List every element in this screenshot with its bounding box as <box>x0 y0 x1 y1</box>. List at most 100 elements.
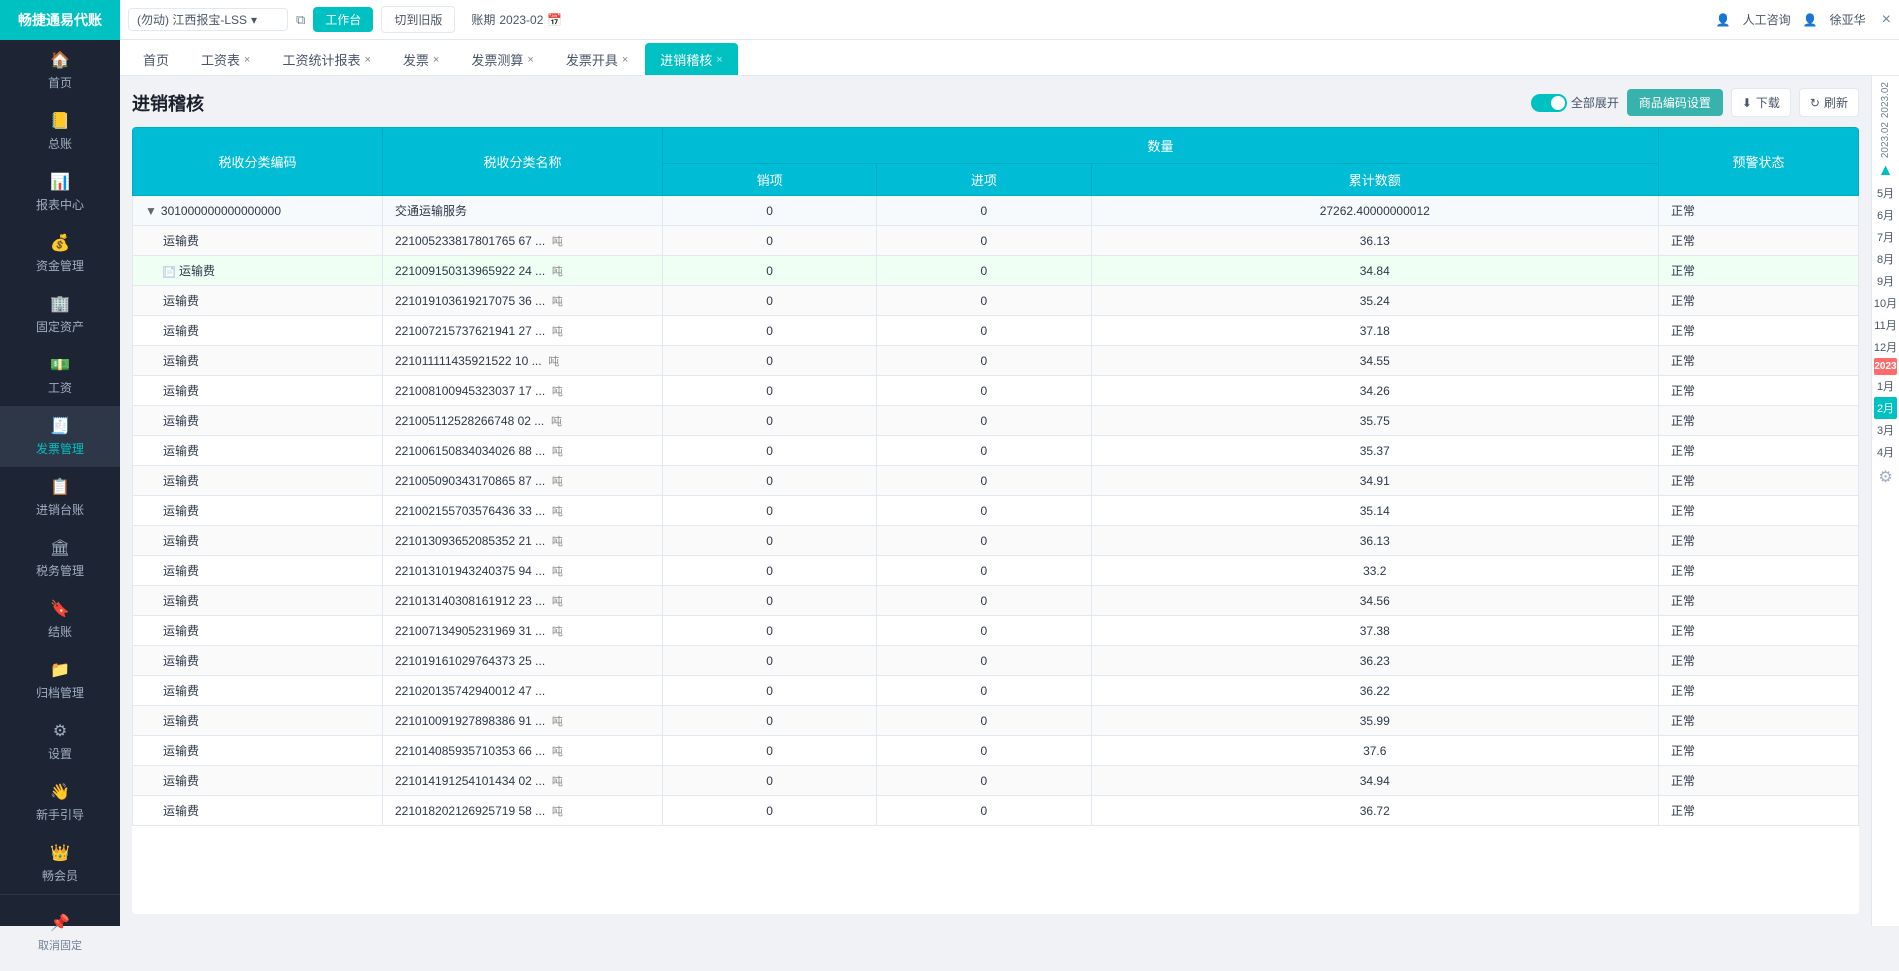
sidebar-item-invoice-mgmt[interactable]: 🧾发票管理 <box>0 406 120 467</box>
row-name-2: 运输费 <box>133 286 383 316</box>
row-purchase-2: 0 <box>877 286 1091 316</box>
month-item-1月[interactable]: 1月 <box>1874 375 1897 397</box>
tab-invoice-verify[interactable]: 进销稽核× <box>645 43 737 75</box>
row-status-10: 正常 <box>1659 526 1859 556</box>
company-name: (勿动) 江西报宝-LSS <box>137 11 247 28</box>
row-purchase-11: 0 <box>877 556 1091 586</box>
refresh-button[interactable]: ↻ 刷新 <box>1799 88 1859 117</box>
row-name-11: 运输费 <box>133 556 383 586</box>
sidebar-item-capital[interactable]: 💰资金管理 <box>0 223 120 284</box>
user-name[interactable]: 徐亚华 <box>1830 11 1866 28</box>
sidebar-item-tax[interactable]: 🏛税务管理 <box>0 528 120 589</box>
row-purchase-8: 0 <box>877 466 1091 496</box>
month-item-6月[interactable]: 6月 <box>1874 204 1897 226</box>
row-sales-0: 0 <box>663 226 877 256</box>
sidebar-label-home: 首页 <box>48 74 72 91</box>
sidebar-item-salary[interactable]: 💵工资 <box>0 345 120 406</box>
table-row: 运输费 221014085935710353 66 ... 吨 0 0 37.6… <box>133 736 1859 766</box>
user-service[interactable]: 人工咨询 <box>1743 11 1791 28</box>
month-item-4月[interactable]: 4月 <box>1874 441 1897 463</box>
sidebar-item-report[interactable]: 📊 报表中心 <box>0 162 120 223</box>
tab-close-invoice-verify[interactable]: × <box>716 54 722 66</box>
month-item-12月[interactable]: 12月 <box>1874 336 1897 358</box>
month-item-10月[interactable]: 10月 <box>1874 292 1897 314</box>
sidebar-unpin-label: 取消固定 <box>38 937 82 953</box>
sidebar-item-member[interactable]: 👑畅会员 <box>0 833 120 894</box>
row-purchase-14: 0 <box>877 646 1091 676</box>
row-sales-13: 0 <box>663 616 877 646</box>
sidebar-icon-report: 📊 <box>50 172 70 192</box>
sidebar-unpin[interactable]: 📌 取消固定 <box>4 903 116 963</box>
tab-invoice[interactable]: 发票× <box>388 43 454 75</box>
scroll-up-icon[interactable]: ▲ <box>1878 160 1894 182</box>
row-purchase-17: 0 <box>877 736 1091 766</box>
sidebar-item-home[interactable]: 🏠首页 <box>0 40 120 101</box>
row-taxid-8: 221005090343170865 87 ... 吨 <box>383 466 663 496</box>
tab-salary[interactable]: 工资表× <box>186 43 265 75</box>
company-selector[interactable]: (勿动) 江西报宝-LSS ▾ <box>128 8 288 31</box>
row-taxid-2: 221019103619217075 36 ... 吨 <box>383 286 663 316</box>
row-status-17: 正常 <box>1659 736 1859 766</box>
calendar-icon[interactable]: 📅 <box>547 13 562 27</box>
row-status-9: 正常 <box>1659 496 1859 526</box>
settings-small-icon[interactable]: ⚙ <box>1878 467 1892 487</box>
sidebar-item-guide[interactable]: 👋新手引导 <box>0 772 120 833</box>
row-taxid-9: 221002155703576436 33 ... 吨 <box>383 496 663 526</box>
table-row: 运输费 221007215737621941 27 ... 吨 0 0 37.1… <box>133 316 1859 346</box>
tab-close-invoice-calc[interactable]: × <box>527 54 533 66</box>
month-item-8月[interactable]: 8月 <box>1874 248 1897 270</box>
row-taxid-0: 221005233817801765 67 ... 吨 <box>383 226 663 256</box>
main-table: 税收分类编码 税收分类名称 数量 预警状态 销项 进项 累计数额 ▼301000… <box>132 127 1859 826</box>
avatar: 👤 <box>1803 13 1818 27</box>
tab-close-invoice[interactable]: × <box>433 54 439 66</box>
tab-invoice-open[interactable]: 发票开具× <box>551 43 643 75</box>
row-status-19: 正常 <box>1659 796 1859 826</box>
sidebar-item-purchase-sale[interactable]: 📋进销台账 <box>0 467 120 528</box>
download-button[interactable]: ⬇ 下载 <box>1731 88 1791 117</box>
month-item-9月[interactable]: 9月 <box>1874 270 1897 292</box>
close-icon[interactable]: × <box>1882 11 1891 29</box>
group-purchase: 0 <box>877 196 1091 226</box>
month-item-2月[interactable]: 2月 <box>1874 397 1897 419</box>
group-code: ▼301000000000000000 <box>133 196 383 226</box>
setting-button[interactable]: 商品编码设置 <box>1627 89 1723 116</box>
sidebar-icon-ledger: 📒 <box>50 111 70 131</box>
table-row: 📄运输费 221009150313965922 24 ... 吨 0 0 34.… <box>133 256 1859 286</box>
switch-old-button[interactable]: 切到旧版 <box>381 6 455 33</box>
row-cumulative-12: 34.56 <box>1091 586 1659 616</box>
month-item-2023[interactable]: 2023 <box>1874 358 1897 375</box>
sidebar-item-settlement[interactable]: 🔖结账 <box>0 589 120 650</box>
sidebar-item-ledger[interactable]: 📒总账 <box>0 101 120 162</box>
toggle-track[interactable] <box>1531 94 1567 112</box>
tab-label-home: 首页 <box>143 50 169 69</box>
row-purchase-1: 0 <box>877 256 1091 286</box>
sidebar-item-archive[interactable]: 📁归档管理 <box>0 650 120 711</box>
period-display: 账期 2023-02 📅 <box>471 11 562 28</box>
row-name-15: 运输费 <box>133 676 383 706</box>
workbench-button[interactable]: 工作台 <box>313 7 373 32</box>
expand-toggle[interactable]: 全部展开 <box>1531 94 1619 112</box>
row-name-9: 运输费 <box>133 496 383 526</box>
row-taxid-13: 221007134905231969 31 ... 吨 <box>383 616 663 646</box>
month-item-3月[interactable]: 3月 <box>1874 419 1897 441</box>
tab-close-salary[interactable]: × <box>244 54 250 66</box>
tab-salary-report[interactable]: 工资统计报表× <box>267 43 385 75</box>
sidebar-label-report: 报表中心 <box>36 196 84 213</box>
copy-icon[interactable]: ⧉ <box>296 12 305 28</box>
sidebar-icon-invoice-mgmt: 🧾 <box>50 416 70 436</box>
tab-home[interactable]: 首页 <box>128 43 184 75</box>
month-item-5月[interactable]: 5月 <box>1874 182 1897 204</box>
tab-close-salary-report[interactable]: × <box>364 54 370 66</box>
tab-close-invoice-open[interactable]: × <box>622 54 628 66</box>
row-cumulative-1: 34.84 <box>1091 256 1659 286</box>
row-sales-3: 0 <box>663 316 877 346</box>
month-item-11月[interactable]: 11月 <box>1874 314 1897 336</box>
sidebar-item-settings[interactable]: ⚙设置 <box>0 711 120 772</box>
tab-invoice-calc[interactable]: 发票测算× <box>456 43 548 75</box>
col-quantity-group: 数量 <box>663 128 1659 164</box>
sidebar-item-assets[interactable]: 🏢固定资产 <box>0 284 120 345</box>
right-panel-year1: 2023.02 <box>1880 80 1891 120</box>
page-content: 进销稽核 全部展开 商品编码设置 ⬇ 下载 ↻ 刷 <box>120 76 1899 926</box>
month-item-7月[interactable]: 7月 <box>1874 226 1897 248</box>
row-name-4: 运输费 <box>133 346 383 376</box>
